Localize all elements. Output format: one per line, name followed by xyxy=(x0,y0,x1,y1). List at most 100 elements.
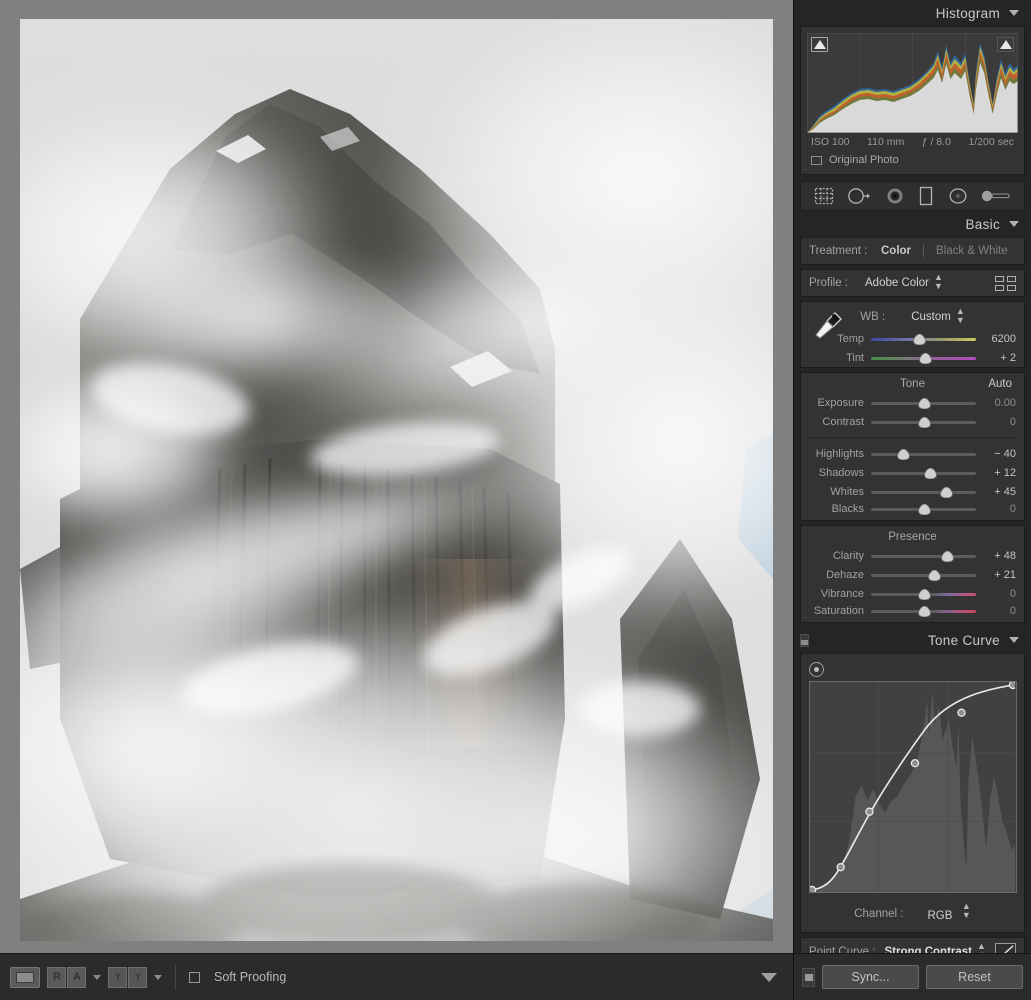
histogram-panel-header[interactable]: Histogram xyxy=(794,0,1031,26)
original-photo-row[interactable]: Original Photo xyxy=(801,148,1024,174)
slider-track-exposure[interactable] xyxy=(871,396,976,410)
tone-curve-panel-switch[interactable] xyxy=(800,634,809,647)
slider-value-vibrance[interactable]: 0 xyxy=(976,588,1016,600)
slider-value-blacks[interactable]: 0 xyxy=(976,503,1016,515)
original-photo-checkbox[interactable] xyxy=(811,155,822,165)
channel-value[interactable]: RGB xyxy=(927,910,952,922)
exif-strip: ISO 100 110 mm ƒ / 8.0 1/200 sec xyxy=(801,133,1024,148)
white-balance-eyedropper-icon[interactable] xyxy=(811,308,845,347)
wb-value[interactable]: Custom xyxy=(911,311,951,323)
slider-value-temp[interactable]: 6200 xyxy=(976,333,1016,345)
tone-curve-section: Channel : RGB ▲ ▼ xyxy=(800,653,1025,933)
treatment-option-color[interactable]: Color xyxy=(881,245,911,257)
targeted-adjustment-tool-icon[interactable] xyxy=(809,662,824,677)
soft-proofing-checkbox[interactable] xyxy=(189,971,200,983)
red-eye-correction-tool[interactable] xyxy=(885,187,905,205)
lightroom-develop-window: R A Y Y Soft Proofing Histogram ISO 100 … xyxy=(0,0,1031,1000)
slider-value-tint[interactable]: + 2 xyxy=(976,352,1016,364)
slider-value-clarity[interactable]: + 48 xyxy=(976,550,1016,562)
profile-updown-icon[interactable]: ▲ ▼ xyxy=(934,273,943,291)
basic-wb-section: WB : Custom ▲ ▼ Temp 6200 Tint + 2 xyxy=(800,301,1025,368)
slider-knob-blacks[interactable] xyxy=(917,503,931,515)
survey-chevron-down-icon[interactable] xyxy=(154,974,162,980)
slider-value-highlights[interactable]: − 40 xyxy=(976,448,1016,460)
toolbar-chevron-down-icon[interactable] xyxy=(761,972,777,982)
slider-value-dehaze[interactable]: + 21 xyxy=(976,569,1016,581)
slider-track-dehaze[interactable] xyxy=(871,568,976,582)
slider-track-saturation[interactable] xyxy=(871,604,976,618)
slider-knob-dehaze[interactable] xyxy=(928,569,941,581)
slider-value-exposure[interactable]: 0.00 xyxy=(976,397,1016,409)
channel-updown-icon[interactable]: ▲ ▼ xyxy=(962,902,971,920)
slider-track-shadows[interactable] xyxy=(871,466,976,480)
slider-value-contrast[interactable]: 0 xyxy=(976,416,1016,428)
chevron-down-icon[interactable] xyxy=(1009,637,1019,643)
slider-knob-vibrance[interactable] xyxy=(917,588,931,600)
soft-proofing-label: Soft Proofing xyxy=(214,970,287,984)
chevron-down-icon[interactable] xyxy=(1009,221,1019,227)
tone-curve-panel-header[interactable]: Tone Curve xyxy=(794,627,1031,653)
right-panel-scroll[interactable]: Histogram ISO 100 110 mm ƒ / 8.0 1/200 s… xyxy=(794,0,1031,953)
slider-track-contrast[interactable] xyxy=(871,415,976,429)
profile-row: Profile : Adobe Color ▲ ▼ xyxy=(801,270,1024,296)
point-curve-value[interactable]: Strong Contrast xyxy=(884,946,972,953)
shadow-clipping-triangle-icon[interactable] xyxy=(811,37,828,52)
slider-track-vibrance[interactable] xyxy=(871,587,976,601)
point-curve-updown-icon[interactable]: ▲▼ xyxy=(977,942,986,954)
auto-sync-switch-icon[interactable] xyxy=(802,967,815,987)
tone-divider xyxy=(809,437,1016,438)
slider-row-vibrance: Vibrance 0 xyxy=(801,584,1024,603)
slider-track-highlights[interactable] xyxy=(871,447,976,461)
right-panel-bottom-bar: Sync... Reset xyxy=(794,953,1031,1000)
point-curve-edit-icon[interactable] xyxy=(995,942,1016,953)
adjustment-brush-tool[interactable] xyxy=(981,188,1011,204)
compare-view-button[interactable]: R A xyxy=(47,966,86,988)
wb-updown-icon[interactable]: ▲ ▼ xyxy=(956,306,965,325)
slider-knob-clarity[interactable] xyxy=(940,550,954,562)
graduated-filter-tool[interactable] xyxy=(918,186,934,206)
slider-track-whites[interactable] xyxy=(871,485,976,499)
slider-knob-contrast[interactable] xyxy=(917,416,931,428)
photo-viewport[interactable] xyxy=(0,0,793,953)
treatment-option-black-and-white[interactable]: Black & White xyxy=(936,245,1008,257)
survey-view-button[interactable]: Y Y xyxy=(108,966,147,988)
slider-track-temp[interactable] xyxy=(871,332,976,346)
crop-overlay-tool[interactable] xyxy=(814,187,834,205)
basic-tone-section: Tone Auto Exposure 0.00 Contrast 0 Highl… xyxy=(800,372,1025,521)
radial-filter-tool[interactable] xyxy=(948,187,968,205)
slider-label-shadows: Shadows xyxy=(818,466,864,479)
reset-button[interactable]: Reset xyxy=(926,965,1023,989)
auto-tone-button[interactable]: Auto xyxy=(988,378,1012,390)
slider-knob-highlights[interactable] xyxy=(896,448,910,460)
tone-group-title: Tone xyxy=(900,378,925,390)
channel-label: Channel : xyxy=(854,907,904,920)
histogram-graph[interactable] xyxy=(807,33,1018,133)
loupe-view-icon[interactable] xyxy=(10,966,40,988)
slider-knob-whites[interactable] xyxy=(939,486,953,498)
wb-label: WB : xyxy=(860,310,886,323)
slider-value-shadows[interactable]: + 12 xyxy=(976,467,1016,479)
slider-knob-tint[interactable] xyxy=(918,352,932,364)
basic-title: Basic xyxy=(965,216,1000,232)
profile-value[interactable]: Adobe Color xyxy=(865,277,929,289)
profile-browser-grid-icon[interactable] xyxy=(995,275,1016,291)
slider-knob-shadows[interactable] xyxy=(923,467,937,479)
slider-value-whites[interactable]: + 45 xyxy=(976,486,1016,498)
sync-button[interactable]: Sync... xyxy=(822,965,919,989)
slider-track-clarity[interactable] xyxy=(871,549,976,563)
compare-chevron-down-icon[interactable] xyxy=(93,974,101,980)
survey-label-1: Y xyxy=(108,966,127,988)
slider-knob-temp[interactable] xyxy=(913,333,927,345)
slider-track-tint[interactable] xyxy=(871,351,976,365)
tone-curve-graph[interactable] xyxy=(808,681,1017,893)
treatment-row: Treatment : Color Black & White xyxy=(801,238,1024,264)
highlight-clipping-triangle-icon[interactable] xyxy=(997,37,1014,52)
slider-knob-saturation[interactable] xyxy=(917,605,931,617)
slider-track-blacks[interactable] xyxy=(871,502,976,516)
slider-value-saturation[interactable]: 0 xyxy=(976,605,1016,617)
slider-knob-exposure[interactable] xyxy=(917,397,931,409)
spot-removal-tool[interactable] xyxy=(847,187,871,205)
chevron-down-icon[interactable] xyxy=(1009,10,1019,16)
basic-panel-header[interactable]: Basic xyxy=(794,211,1031,237)
exif-aperture: ƒ / 8.0 xyxy=(921,136,951,148)
